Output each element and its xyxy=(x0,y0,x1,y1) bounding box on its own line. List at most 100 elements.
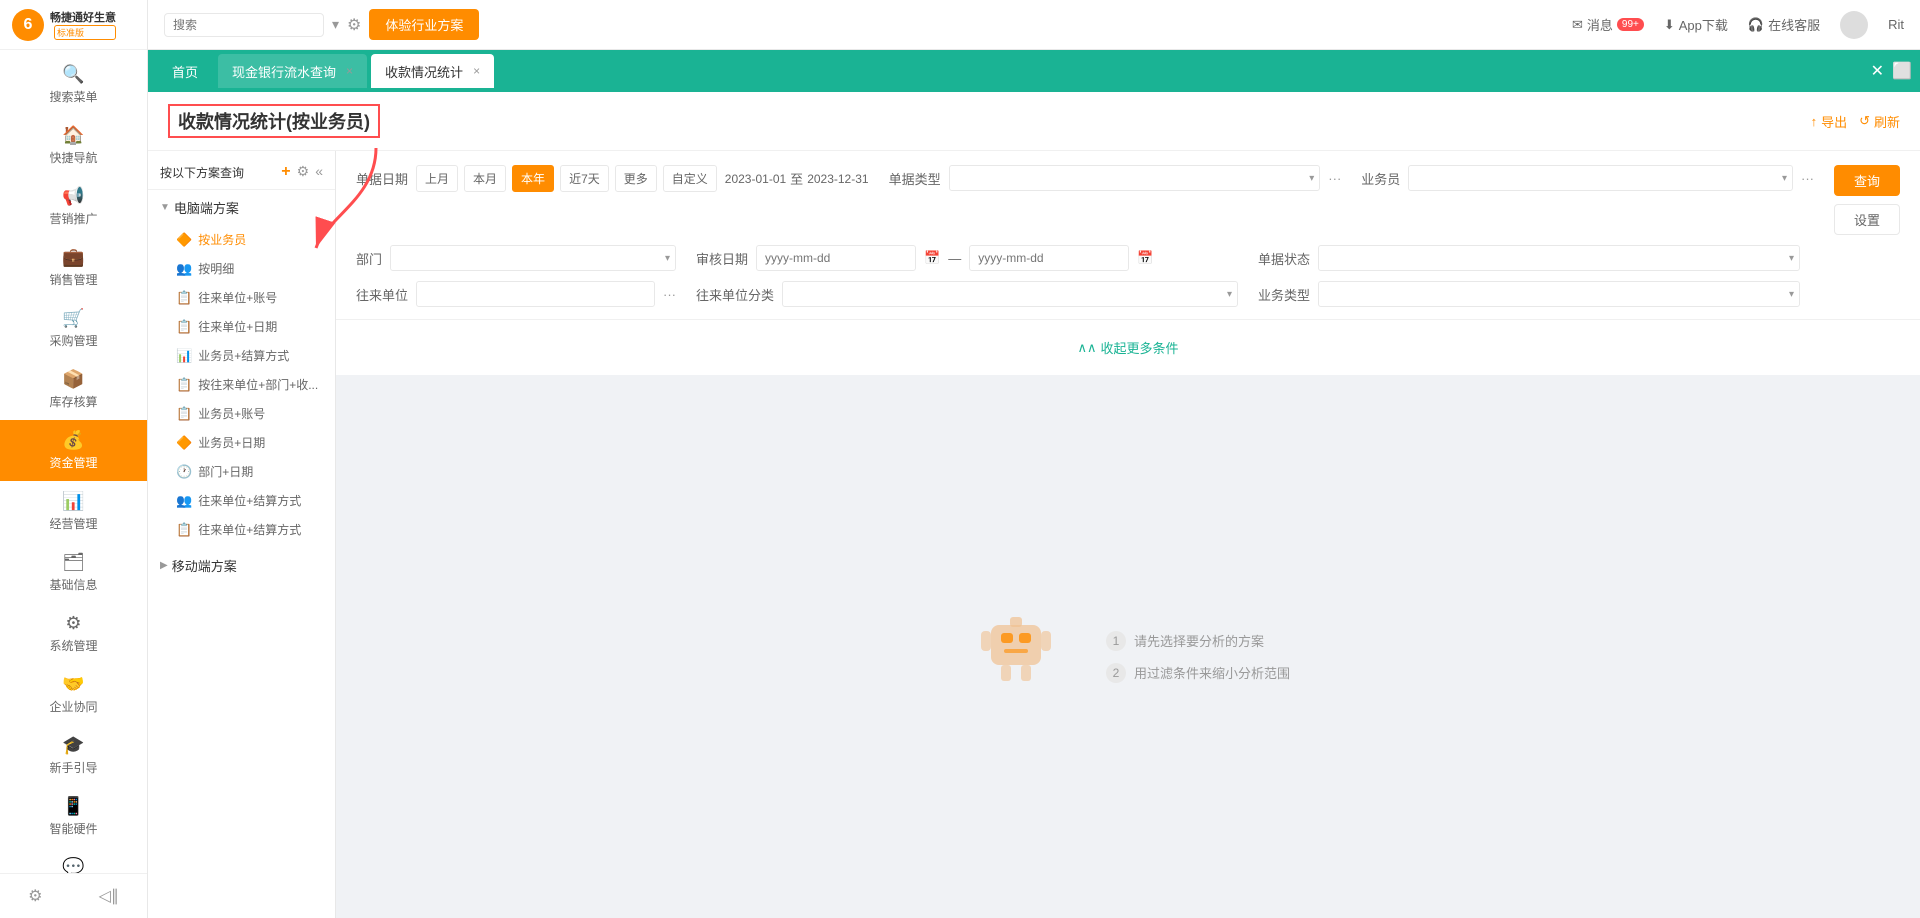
tab-home[interactable]: 首页 xyxy=(156,50,214,92)
scheme-item-1[interactable]: 👥 按明细 xyxy=(148,254,335,283)
sidebar-item-purchase[interactable]: 🛒 采购管理 xyxy=(0,298,147,359)
date-btn-this-month[interactable]: 本月 xyxy=(464,165,506,192)
audit-date-to[interactable] xyxy=(969,245,1129,271)
scheme-item-6[interactable]: 📋 业务员+账号 xyxy=(148,399,335,428)
online-service-button[interactable]: 🎧 在线客服 xyxy=(1748,15,1820,34)
date-btn-this-year[interactable]: 本年 xyxy=(512,165,554,192)
tab-bank-flow[interactable]: 现金银行流水查询 × xyxy=(218,54,367,88)
sidebar-item-hardware[interactable]: 📱 智能硬件 xyxy=(0,786,147,847)
salesperson-select[interactable] xyxy=(1408,165,1793,191)
tab-bar: 首页 现金银行流水查询 × 收款情况统计 × ✕ ⬜ xyxy=(148,50,1920,92)
sidebar-item-guide[interactable]: 🎓 新手引导 xyxy=(0,725,147,786)
export-button[interactable]: ↑ 导出 xyxy=(1811,112,1848,131)
scheme-item-3[interactable]: 📋 往来单位+日期 xyxy=(148,312,335,341)
date-btn-7days[interactable]: 近7天 xyxy=(560,165,609,192)
main-content: ▾ ⚙ 体验行业方案 ✉ 消息 99+ ⬇ App下载 🎧 在线客服 xyxy=(148,0,1920,918)
refresh-label: 刷新 xyxy=(1874,112,1900,131)
sidebar-item-purchase-label: 采购管理 xyxy=(49,332,97,349)
date-btn-more[interactable]: 更多 xyxy=(615,165,657,192)
scheme-item-8[interactable]: 🕐 部门+日期 xyxy=(148,457,335,486)
sidebar-item-enterprise[interactable]: 🤝 企业协同 xyxy=(0,664,147,725)
scheme-item-5[interactable]: 📋 按往来单位+部门+收... xyxy=(148,370,335,399)
calendar-icon-to[interactable]: 📅 xyxy=(1137,250,1153,266)
scheme-item-8-icon: 🕐 xyxy=(176,464,192,480)
collapse-sidebar-btn[interactable]: ◁∥ xyxy=(91,882,127,910)
robot-illustration xyxy=(966,595,1066,698)
collapse-icon: ∧∧ xyxy=(1077,340,1096,356)
sidebar-item-inventory[interactable]: 📦 库存核算 xyxy=(0,359,147,420)
query-button[interactable]: 查询 xyxy=(1834,165,1900,196)
dept-select[interactable] xyxy=(390,245,676,271)
tab-bank-flow-close[interactable]: × xyxy=(346,64,353,78)
biz-type-select-wrapper xyxy=(1318,281,1800,307)
guide-icon: 🎓 xyxy=(62,735,84,756)
sidebar-item-sales[interactable]: 💼 销售管理 xyxy=(0,237,147,298)
service-icon: 🎧 xyxy=(1748,17,1764,33)
breadcrumb-dropdown-icon[interactable]: ▾ xyxy=(332,16,339,33)
scheme-item-0-icon: 🔶 xyxy=(176,232,192,248)
system-icon: ⚙ xyxy=(65,613,81,634)
download-icon: ⬇ xyxy=(1664,17,1675,33)
scheme-item-4[interactable]: 📊 业务员+结算方式 xyxy=(148,341,335,370)
trial-button[interactable]: 体验行业方案 xyxy=(369,9,479,40)
date-btn-custom[interactable]: 自定义 xyxy=(663,165,717,192)
header-settings-icon[interactable]: ⚙ xyxy=(347,15,361,35)
date-btn-last-month[interactable]: 上月 xyxy=(416,165,458,192)
refresh-icon: ↺ xyxy=(1859,113,1870,129)
date-to-text: 2023-12-31 xyxy=(807,172,868,186)
user-avatar[interactable] xyxy=(1840,11,1868,39)
biz-type-filter: 业务类型 xyxy=(1258,281,1800,307)
settings-bottom-btn[interactable]: ⚙ xyxy=(20,882,50,910)
sidebar-item-basic[interactable]: 🗂 基础信息 xyxy=(0,542,147,603)
messages-button[interactable]: ✉ 消息 99+ xyxy=(1572,15,1644,34)
export-label: 导出 xyxy=(1821,112,1847,131)
scheme-item-0[interactable]: 🔶 按业务员 xyxy=(148,225,335,254)
scheme-settings-icon[interactable]: ⚙ xyxy=(297,163,310,181)
date-buttons: 上月 本月 本年 近7天 更多 自定义 xyxy=(416,165,717,192)
scheme-add-icon[interactable]: + xyxy=(281,163,290,181)
scheme-collapse-icon[interactable]: « xyxy=(315,163,323,181)
scheme-item-8-label: 部门+日期 xyxy=(198,463,253,480)
counterpart-more-icon[interactable]: ··· xyxy=(663,287,676,302)
wechat-icon: 💬 xyxy=(62,857,84,873)
scheme-item-7[interactable]: 🔶 业务员+日期 xyxy=(148,428,335,457)
refresh-button[interactable]: ↺ 刷新 xyxy=(1859,112,1900,131)
scheme-item-9-label: 往来单位+结算方式 xyxy=(198,492,301,509)
sidebar-item-system[interactable]: ⚙ 系统管理 xyxy=(0,603,147,664)
biz-type-select[interactable] xyxy=(1318,281,1800,307)
scheme-item-0-label: 按业务员 xyxy=(198,231,246,248)
purchase-icon: 🛒 xyxy=(62,308,84,329)
doc-type-more-icon[interactable]: ··· xyxy=(1328,171,1341,186)
salesperson-more-icon[interactable]: ··· xyxy=(1801,171,1814,186)
counterpart-category-select[interactable] xyxy=(782,281,1238,307)
scheme-mobile-group-header[interactable]: ▶ 移动端方案 xyxy=(148,548,335,583)
set-button[interactable]: 设置 xyxy=(1834,204,1900,235)
date-from-text: 2023-01-01 xyxy=(725,172,786,186)
tab-receipt-stats[interactable]: 收款情况统计 × xyxy=(371,54,494,88)
scheme-item-5-label: 按往来单位+部门+收... xyxy=(198,376,318,393)
sidebar-item-finance[interactable]: 💰 资金管理 xyxy=(0,420,147,481)
counterpart-input[interactable] xyxy=(416,281,655,307)
breadcrumb-search[interactable] xyxy=(164,13,324,37)
sidebar-item-search[interactable]: 🔍 搜索菜单 xyxy=(0,54,147,115)
sidebar-item-hardware-label: 智能硬件 xyxy=(49,820,97,837)
doc-type-select[interactable] xyxy=(949,165,1321,191)
salesperson-label: 业务员 xyxy=(1361,169,1400,188)
collapse-button[interactable]: ∧∧ 收起更多条件 xyxy=(336,330,1920,365)
scheme-item-10[interactable]: 📋 往来单位+结算方式 xyxy=(148,515,335,544)
window-expand-btn[interactable]: ⬜ xyxy=(1892,61,1912,81)
scheme-desktop-group-header[interactable]: ▼ 电脑端方案 xyxy=(148,190,335,225)
tab-receipt-stats-close[interactable]: × xyxy=(473,64,480,78)
sidebar-item-wechat[interactable]: 💬 企业微信 xyxy=(0,847,147,873)
audit-date-from[interactable] xyxy=(756,245,916,271)
sidebar-item-quicknav[interactable]: 🏠 快捷导航 xyxy=(0,115,147,176)
sidebar-item-sales-label: 销售管理 xyxy=(49,271,97,288)
window-close-btn[interactable]: ✕ xyxy=(1871,61,1884,81)
scheme-item-2[interactable]: 📋 往来单位+账号 xyxy=(148,283,335,312)
sidebar-item-operation[interactable]: 📊 经营管理 xyxy=(0,481,147,542)
doc-status-select[interactable] xyxy=(1318,245,1800,271)
calendar-icon-from[interactable]: 📅 xyxy=(924,250,940,266)
app-download-button[interactable]: ⬇ App下载 xyxy=(1664,15,1728,34)
sidebar-item-marketing[interactable]: 📢 营销推广 xyxy=(0,176,147,237)
scheme-item-9[interactable]: 👥 往来单位+结算方式 xyxy=(148,486,335,515)
